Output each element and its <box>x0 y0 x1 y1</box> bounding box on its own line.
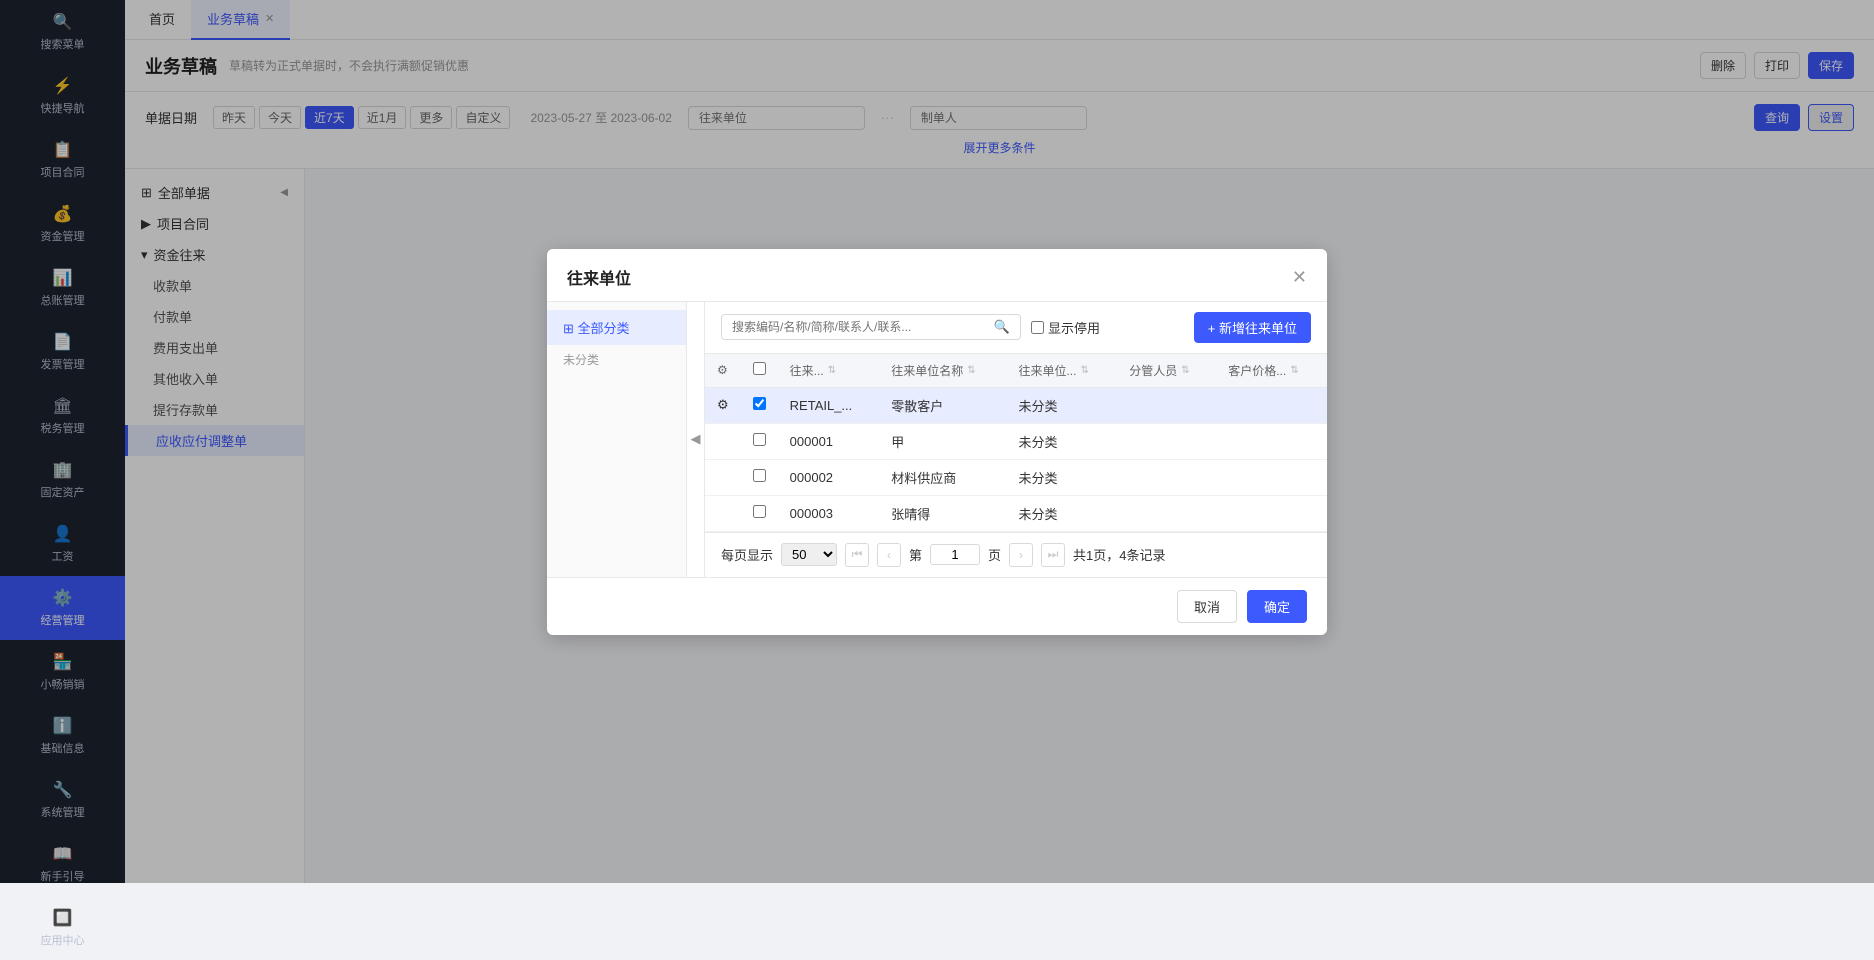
dialog-body: ⊞ 全部分类 未分类 ◀ 🔍 显示停用 <box>547 302 1327 577</box>
row-code: RETAIL_... <box>778 387 880 423</box>
sidebar-item-appcenter[interactable]: 🔲 应用中心 <box>0 896 125 960</box>
per-page-label: 每页显示 <box>721 545 773 564</box>
th-checkbox <box>741 354 778 388</box>
row-checkbox <box>741 387 778 423</box>
sort-icon-name: ⇅ <box>967 365 975 376</box>
row-manager <box>1117 423 1216 459</box>
page-next-button[interactable]: › <box>1009 543 1033 567</box>
dialog-close-icon[interactable]: ✕ <box>1292 268 1307 286</box>
unclassified-label: 未分类 <box>547 345 686 374</box>
page-suffix: 页 <box>988 545 1001 564</box>
page-last-button[interactable]: ⏭ <box>1041 543 1065 567</box>
row-select-checkbox[interactable] <box>753 469 766 482</box>
row-category: 未分类 <box>1006 387 1117 423</box>
th-category-sort[interactable]: 往来单位... ⇅ <box>1018 362 1105 379</box>
select-all-checkbox[interactable] <box>753 362 766 375</box>
dialog-main: 🔍 显示停用 + 新增往来单位 ⚙ <box>705 302 1327 577</box>
table-row[interactable]: 000001 甲 未分类 <box>705 423 1327 459</box>
row-price <box>1216 387 1327 423</box>
row-name: 零散客户 <box>879 387 1006 423</box>
th-price-sort[interactable]: 客户价格... ⇅ <box>1228 362 1315 379</box>
row-name: 甲 <box>879 423 1006 459</box>
row-code: 000002 <box>778 459 880 495</box>
sort-icon-cat: ⇅ <box>1080 365 1088 376</box>
page-number-input[interactable] <box>930 544 980 565</box>
row-settings <box>705 459 741 495</box>
page-label: 第 <box>909 545 922 564</box>
row-category: 未分类 <box>1006 495 1117 531</box>
row-name: 张晴得 <box>879 495 1006 531</box>
dialog-pagination: 每页显示 50 100 ⏮ ‹ 第 页 › ⏭ 共1页，4条记录 <box>705 532 1327 577</box>
row-gear-icon: ⚙ <box>717 397 729 412</box>
dialog-table: ⚙ 往来... ⇅ 往来单位名 <box>705 354 1327 532</box>
dialog-toolbar: 🔍 显示停用 + 新增往来单位 <box>705 302 1327 354</box>
per-page-select[interactable]: 50 100 <box>781 543 837 566</box>
sort-icon: ⇅ <box>828 365 836 376</box>
th-code: 往来... ⇅ <box>778 354 880 388</box>
row-select-checkbox[interactable] <box>753 433 766 446</box>
table-row[interactable]: 000002 材料供应商 未分类 <box>705 459 1327 495</box>
dialog-cat-all[interactable]: ⊞ 全部分类 <box>547 310 686 345</box>
row-category: 未分类 <box>1006 423 1117 459</box>
row-checkbox <box>741 459 778 495</box>
row-code: 000001 <box>778 423 880 459</box>
add-partner-button[interactable]: + 新增往来单位 <box>1194 312 1311 343</box>
dialog-category-sidebar: ⊞ 全部分类 未分类 <box>547 302 687 577</box>
th-manager-sort[interactable]: 分管人员 ⇅ <box>1129 362 1204 379</box>
search-box: 🔍 <box>721 314 1021 340</box>
row-settings: ⚙ <box>705 387 741 423</box>
page-first-button[interactable]: ⏮ <box>845 543 869 567</box>
row-settings <box>705 423 741 459</box>
row-manager <box>1117 387 1216 423</box>
show-disabled-label[interactable]: 显示停用 <box>1031 318 1100 337</box>
dialog-sidebar-collapse[interactable]: ◀ <box>687 302 705 577</box>
dialog-search-input[interactable] <box>732 320 988 334</box>
dialog-cat-all-label: 全部分类 <box>578 321 630 336</box>
dialog-title: 往来单位 <box>567 265 631 289</box>
sidebar-item-label: 应用中心 <box>41 932 85 948</box>
table-row[interactable]: ⚙ RETAIL_... 零散客户 未分类 <box>705 387 1327 423</box>
row-select-checkbox[interactable] <box>753 505 766 518</box>
th-category: 往来单位... ⇅ <box>1006 354 1117 388</box>
row-settings <box>705 495 741 531</box>
row-code: 000003 <box>778 495 880 531</box>
th-name: 往来单位名称 ⇅ <box>879 354 1006 388</box>
row-name: 材料供应商 <box>879 459 1006 495</box>
total-label: 共1页，4条记录 <box>1073 545 1165 564</box>
th-settings: ⚙ <box>705 354 741 388</box>
grid-cat-icon: ⊞ <box>563 321 578 336</box>
sort-icon-mgr: ⇅ <box>1181 365 1189 376</box>
th-price: 客户价格... ⇅ <box>1216 354 1327 388</box>
dialog-table-wrap: ⚙ 往来... ⇅ 往来单位名 <box>705 354 1327 532</box>
row-manager <box>1117 495 1216 531</box>
row-manager <box>1117 459 1216 495</box>
row-price <box>1216 423 1327 459</box>
th-code-sort[interactable]: 往来... ⇅ <box>790 362 868 379</box>
search-icon: 🔍 <box>994 319 1010 335</box>
page-prev-button[interactable]: ‹ <box>877 543 901 567</box>
th-name-sort[interactable]: 往来单位名称 ⇅ <box>891 362 994 379</box>
dialog-header: 往来单位 ✕ <box>547 249 1327 302</box>
sort-icon-price: ⇅ <box>1290 365 1298 376</box>
row-price <box>1216 459 1327 495</box>
appcenter-icon: 🔲 <box>53 908 73 928</box>
dialog-partner-unit: 往来单位 ✕ ⊞ 全部分类 未分类 ◀ 🔍 <box>547 249 1327 635</box>
show-disabled-checkbox[interactable] <box>1031 321 1044 334</box>
row-select-checkbox[interactable] <box>753 397 766 410</box>
row-category: 未分类 <box>1006 459 1117 495</box>
cancel-button[interactable]: 取消 <box>1177 590 1237 623</box>
settings-gear-icon: ⚙ <box>717 363 728 377</box>
row-price <box>1216 495 1327 531</box>
modal-overlay: 往来单位 ✕ ⊞ 全部分类 未分类 ◀ 🔍 <box>0 0 1874 883</box>
dialog-footer: 取消 确定 <box>547 577 1327 635</box>
th-manager: 分管人员 ⇅ <box>1117 354 1216 388</box>
table-row[interactable]: 000003 张晴得 未分类 <box>705 495 1327 531</box>
row-checkbox <box>741 495 778 531</box>
confirm-button[interactable]: 确定 <box>1247 590 1307 623</box>
row-checkbox <box>741 423 778 459</box>
